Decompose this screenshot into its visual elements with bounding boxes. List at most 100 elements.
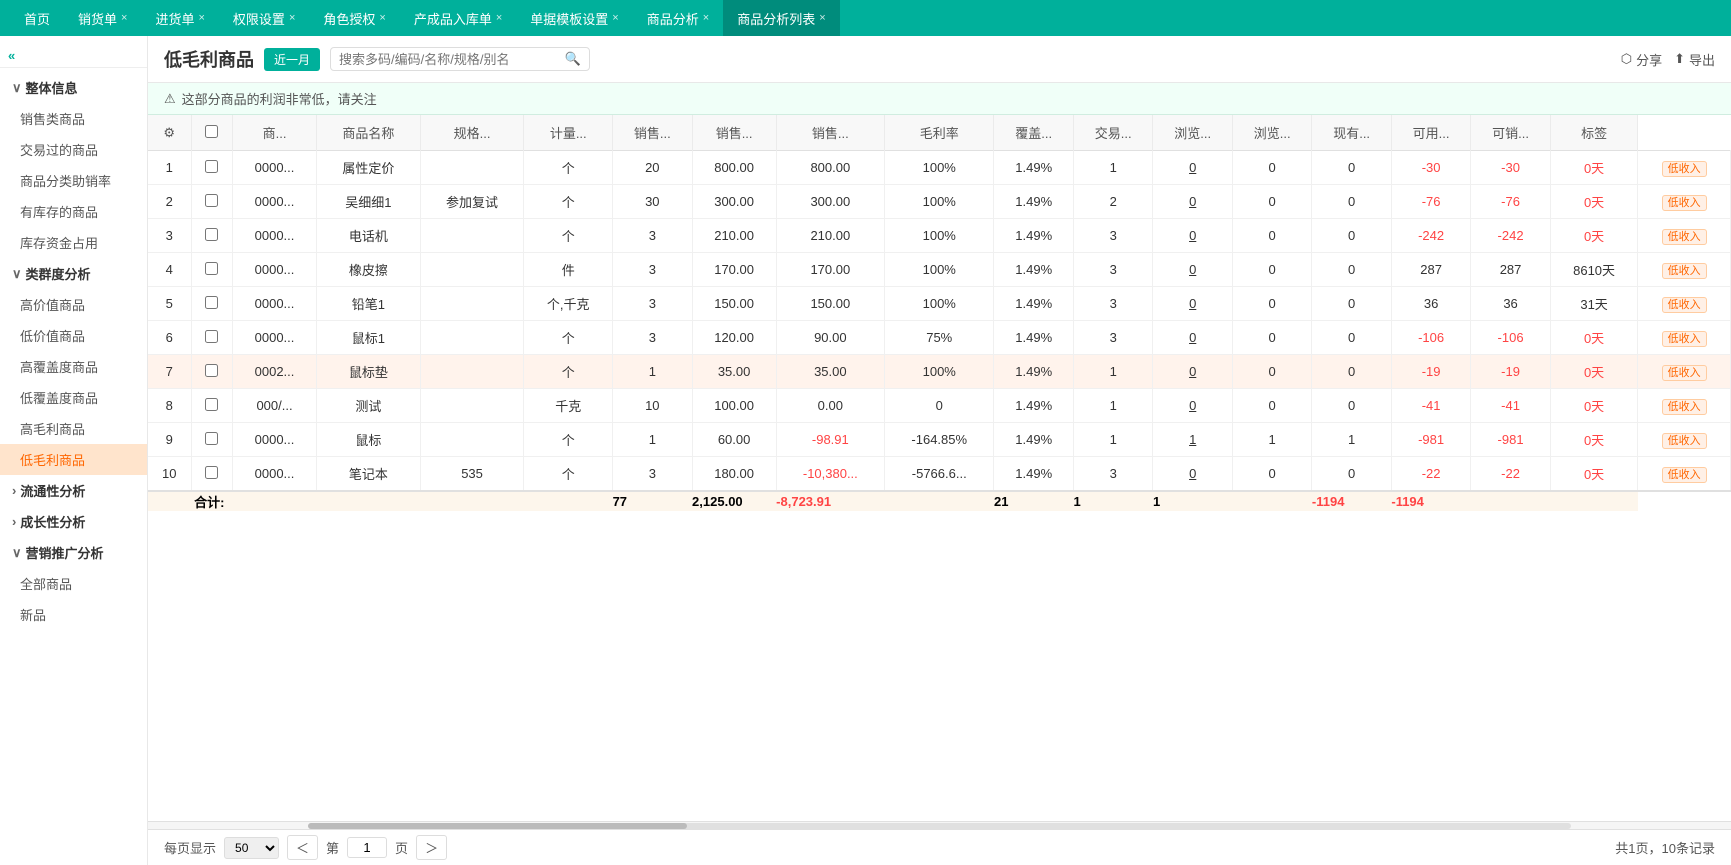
sidebar-group-liquidity[interactable]: › 流通性分析	[0, 475, 147, 506]
next-page-btn[interactable]: ＞	[416, 835, 447, 860]
trade-link[interactable]: 0	[1189, 398, 1196, 413]
trade-link[interactable]: 0	[1189, 228, 1196, 243]
sidebar-item-sales-goods[interactable]: 销售类商品	[0, 103, 147, 134]
trade-link[interactable]: 0	[1189, 296, 1196, 311]
per-page-select[interactable]: 50 100 200	[224, 837, 279, 859]
nav-sales[interactable]: 销货单×	[64, 0, 141, 36]
sidebar-group-cluster[interactable]: ∨ 类群度分析	[0, 258, 147, 289]
nav-close-analysis-list[interactable]: ×	[819, 12, 825, 24]
sidebar-item-new-goods[interactable]: 新品	[0, 599, 147, 630]
trade-link[interactable]: 1	[1189, 432, 1196, 447]
row-checkbox[interactable]	[191, 321, 232, 355]
nav-analysis-list[interactable]: 商品分析列表×	[723, 0, 839, 36]
share-button[interactable]: ⬡ 分享	[1621, 50, 1662, 69]
table-row: 5 0000... 铅笔1 个,千克 3 150.00 150.00 100% …	[148, 287, 1731, 321]
col-sale[interactable]: 销售...	[776, 115, 884, 151]
sidebar-collapse-btn[interactable]: «	[8, 48, 15, 63]
row-checkbox[interactable]	[191, 253, 232, 287]
col-stock[interactable]: 现有...	[1312, 115, 1391, 151]
col-sellable[interactable]: 可销...	[1471, 115, 1550, 151]
sidebar-item-high-value[interactable]: 高价值商品	[0, 289, 147, 320]
date-filter-btn[interactable]: 近一月	[264, 48, 320, 71]
scrollbar-thumb[interactable]	[308, 823, 687, 829]
col-browse2[interactable]: 浏览...	[1232, 115, 1311, 151]
col-spec[interactable]: 规格...	[420, 115, 524, 151]
nav-close-templates[interactable]: ×	[612, 12, 618, 24]
nav-templates[interactable]: 单据模板设置×	[516, 0, 632, 36]
row-checkbox[interactable]	[191, 457, 232, 492]
export-button[interactable]: ⬆ 导出	[1674, 50, 1715, 69]
col-unit[interactable]: 计量...	[524, 115, 613, 151]
row-price: 800.00	[692, 151, 776, 185]
sidebar-item-all-goods[interactable]: 全部商品	[0, 568, 147, 599]
row-stock: -981	[1391, 423, 1470, 457]
search-input[interactable]	[339, 52, 561, 67]
trade-link[interactable]: 0	[1189, 194, 1196, 209]
sidebar-item-low-coverage[interactable]: 低覆盖度商品	[0, 382, 147, 413]
sidebar-item-traded-goods[interactable]: 交易过的商品	[0, 134, 147, 165]
row-cover: 1	[1073, 423, 1152, 457]
col-name[interactable]: 商品名称	[317, 115, 421, 151]
trade-link[interactable]: 0	[1189, 330, 1196, 345]
row-checkbox[interactable]	[191, 185, 232, 219]
nav-close-roles[interactable]: ×	[379, 12, 385, 24]
row-checkbox[interactable]	[191, 355, 232, 389]
nav-close-sales[interactable]: ×	[121, 12, 127, 24]
sidebar-item-high-coverage[interactable]: 高覆盖度商品	[0, 351, 147, 382]
nav-purchase[interactable]: 进货单×	[141, 0, 218, 36]
sidebar-group-marketing[interactable]: ∨ 营销推广分析	[0, 537, 147, 568]
row-tag: 低收入	[1638, 287, 1731, 321]
trade-link[interactable]: 0	[1189, 466, 1196, 481]
col-settings[interactable]: ⚙	[148, 115, 191, 151]
row-checkbox[interactable]	[191, 219, 232, 253]
nav-home[interactable]: 首页	[10, 0, 64, 36]
col-code[interactable]: 商...	[232, 115, 316, 151]
sidebar-item-stock-capital[interactable]: 库存资金占用	[0, 227, 147, 258]
horizontal-scrollbar[interactable]	[148, 821, 1731, 829]
sidebar-item-high-margin[interactable]: 高毛利商品	[0, 413, 147, 444]
nav-permissions[interactable]: 权限设置×	[219, 0, 309, 36]
trade-link[interactable]: 0	[1189, 262, 1196, 277]
trade-link[interactable]: 0	[1189, 160, 1196, 175]
nav-roles[interactable]: 角色授权×	[309, 0, 399, 36]
row-gross-rate: 75%	[885, 321, 994, 355]
nav-close-analysis[interactable]: ×	[703, 12, 709, 24]
row-tag: 低收入	[1638, 219, 1731, 253]
row-checkbox[interactable]	[191, 389, 232, 423]
row-name: 铅笔1	[317, 287, 421, 321]
row-checkbox[interactable]	[191, 423, 232, 457]
sidebar-group-growth[interactable]: › 成长性分析	[0, 506, 147, 537]
nav-close-products[interactable]: ×	[496, 12, 502, 24]
col-coverage[interactable]: 覆盖...	[994, 115, 1074, 151]
trade-link[interactable]: 0	[1189, 364, 1196, 379]
col-browse1[interactable]: 浏览...	[1153, 115, 1232, 151]
col-price[interactable]: 销售...	[692, 115, 776, 151]
sidebar-item-low-value[interactable]: 低价值商品	[0, 320, 147, 351]
sidebar-group-overview[interactable]: ∨ 整体信息	[0, 72, 147, 103]
page-input[interactable]	[347, 837, 387, 858]
col-tag[interactable]: 标签	[1550, 115, 1638, 151]
row-trade: 0	[1153, 389, 1232, 423]
col-trade[interactable]: 交易...	[1073, 115, 1152, 151]
col-avail[interactable]: 可用...	[1391, 115, 1470, 151]
nav-close-permissions[interactable]: ×	[289, 12, 295, 24]
search-icon[interactable]: 🔍	[565, 51, 581, 67]
row-checkbox[interactable]	[191, 151, 232, 185]
col-gross-rate[interactable]: 毛利率	[885, 115, 994, 151]
total-empty7	[1471, 491, 1550, 511]
prev-page-btn[interactable]: ＜	[287, 835, 318, 860]
row-checkbox[interactable]	[191, 287, 232, 321]
export-icon: ⬆	[1674, 51, 1685, 67]
nav-close-purchase[interactable]: ×	[198, 12, 204, 24]
sidebar-item-category-rate[interactable]: 商品分类助销率	[0, 165, 147, 196]
notice-text: 这部分商品的利润非常低，请关注	[182, 89, 377, 108]
col-qty[interactable]: 销售...	[613, 115, 692, 151]
nav-analysis[interactable]: 商品分析×	[633, 0, 723, 36]
sidebar-item-in-stock[interactable]: 有库存的商品	[0, 196, 147, 227]
row-browse2: 0	[1312, 389, 1391, 423]
nav-products[interactable]: 产成品入库单×	[400, 0, 516, 36]
col-checkbox[interactable]	[191, 115, 232, 151]
table-row: 6 0000... 鼠标1 个 3 120.00 90.00 75% 1.49%…	[148, 321, 1731, 355]
search-box[interactable]: 🔍	[330, 47, 590, 71]
sidebar-item-low-margin[interactable]: 低毛利商品	[0, 444, 147, 475]
